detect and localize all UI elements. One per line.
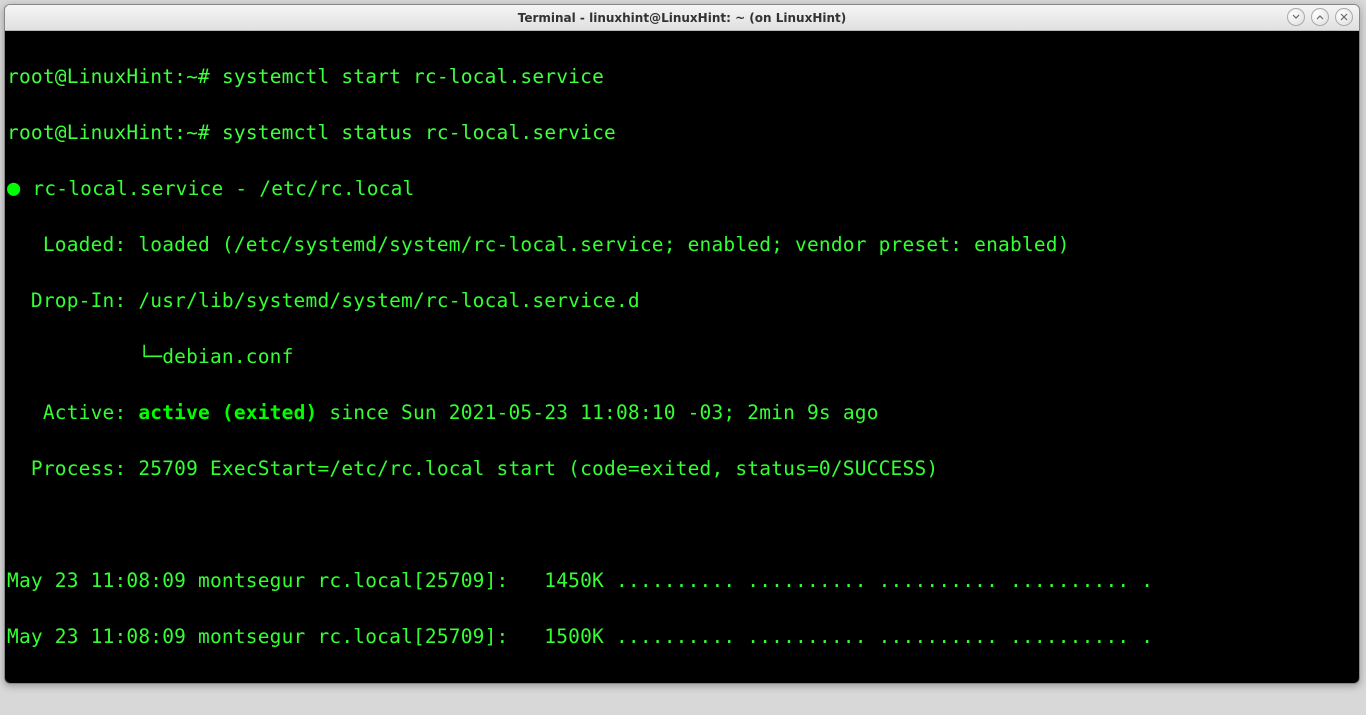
status-unit: ● rc-local.service - /etc/rc.local xyxy=(7,175,1357,203)
prompt-line: root@LinuxHint:~# systemctl start rc-loc… xyxy=(7,63,1357,91)
status-dropin: Drop-In: /usr/lib/systemd/system/rc-loca… xyxy=(7,287,1357,315)
terminal-output[interactable]: root@LinuxHint:~# systemctl start rc-loc… xyxy=(5,31,1359,683)
log-line: May 23 11:08:09 montsegur rc.local[25709… xyxy=(7,679,1357,683)
status-process: Process: 25709 ExecStart=/etc/rc.local s… xyxy=(7,455,1357,483)
prompt: root@LinuxHint:~# xyxy=(7,65,210,88)
titlebar[interactable]: Terminal - linuxhint@LinuxHint: ~ (on Li… xyxy=(5,5,1359,31)
command: systemctl start rc-local.service xyxy=(222,65,604,88)
status-dropin-file: └─debian.conf xyxy=(7,343,1357,371)
log-line: May 23 11:08:09 montsegur rc.local[25709… xyxy=(7,623,1357,651)
status-active: Active: active (exited) since Sun 2021-0… xyxy=(7,399,1357,427)
command: systemctl status rc-local.service xyxy=(222,121,616,144)
prompt: root@LinuxHint:~# xyxy=(7,121,210,144)
blank-line xyxy=(7,511,1357,539)
active-since: since Sun 2021-05-23 11:08:10 -03; 2min … xyxy=(317,401,878,424)
status-loaded: Loaded: loaded (/etc/systemd/system/rc-l… xyxy=(7,231,1357,259)
log-line: May 23 11:08:09 montsegur rc.local[25709… xyxy=(7,567,1357,595)
prompt-line: root@LinuxHint:~# systemctl status rc-lo… xyxy=(7,119,1357,147)
close-button[interactable] xyxy=(1335,8,1353,26)
minimize-button[interactable] xyxy=(1287,8,1305,26)
window-title: Terminal - linuxhint@LinuxHint: ~ (on Li… xyxy=(518,11,847,25)
window-controls xyxy=(1287,8,1353,26)
status-dot-icon: ● xyxy=(7,176,20,201)
status-unit-text: rc-local.service - /etc/rc.local xyxy=(20,177,414,200)
active-state: active (exited) xyxy=(138,401,317,424)
maximize-button[interactable] xyxy=(1311,8,1329,26)
terminal-window: Terminal - linuxhint@LinuxHint: ~ (on Li… xyxy=(4,4,1360,684)
active-label: Active: xyxy=(7,401,138,424)
